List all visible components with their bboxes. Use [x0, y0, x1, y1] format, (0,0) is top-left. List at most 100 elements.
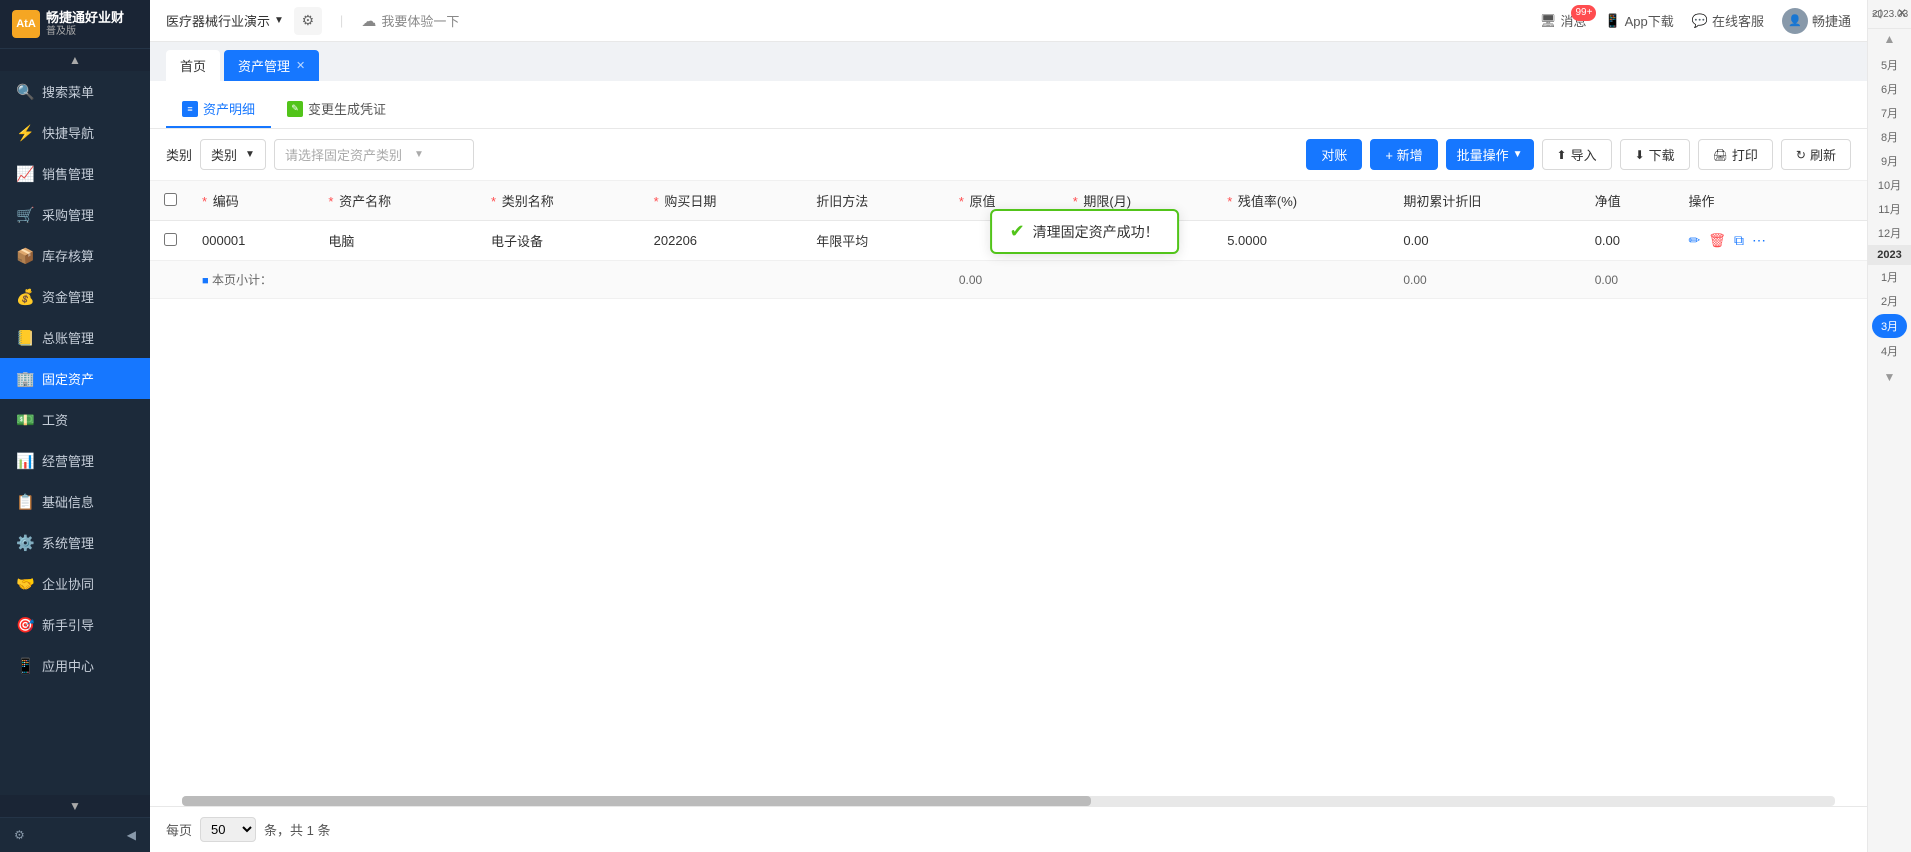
sidebar-item-system[interactable]: ⚙️ 系统管理: [0, 522, 150, 563]
table-wrapper: ✔ 清理固定资产成功！ * 编码 * 资产: [150, 181, 1867, 792]
sidebar-item-ledger[interactable]: 📒 总账管理: [0, 317, 150, 358]
tab-asset-mgmt[interactable]: 资产管理 ✕: [224, 50, 319, 81]
sidebar-item-fixed-assets[interactable]: 🏢 固定资产: [0, 358, 150, 399]
month-5[interactable]: 5月: [1868, 53, 1911, 77]
message-badge: 99+: [1571, 5, 1596, 21]
batch-label: 批量操作: [1457, 145, 1509, 164]
reconcile-button[interactable]: 对账: [1306, 139, 1362, 170]
download-button[interactable]: ⬇ 下载: [1620, 139, 1690, 170]
subtab-change-voucher[interactable]: ✎ 变更生成凭证: [271, 91, 402, 128]
refresh-label: 刷新: [1810, 145, 1836, 164]
toolbar-actions: 对账 + 新增 批量操作 ▼ ⬆ 导入 ⬇ 下载 🖨: [1306, 139, 1851, 170]
avatar: 👤: [1782, 8, 1808, 34]
month-10[interactable]: 10月: [1868, 173, 1911, 197]
more-icon[interactable]: ⋯: [1752, 232, 1766, 249]
sidebar-item-label: 工资: [42, 410, 68, 429]
select-all-checkbox[interactable]: [164, 193, 177, 206]
month-9[interactable]: 9月: [1868, 149, 1911, 173]
sidebar-collapse-btn[interactable]: ◀: [127, 828, 136, 842]
scroll-thumb[interactable]: [182, 796, 1091, 806]
export-label: 导入: [1571, 145, 1597, 164]
sidebar-item-enterprise[interactable]: 🤝 企业协同: [0, 563, 150, 604]
month-11[interactable]: 11月: [1868, 197, 1911, 221]
category-select[interactable]: 类别 ▼: [200, 139, 266, 170]
sidebar-item-app-center[interactable]: 📱 应用中心: [0, 645, 150, 686]
th-net-value: 净值: [1583, 181, 1677, 221]
td-subtotal-label: ■ 本页小计：: [190, 261, 947, 299]
sidebar-item-salary[interactable]: 💵 工资: [0, 399, 150, 440]
experience-btn[interactable]: ☁ 我要体验一下: [361, 11, 459, 30]
td-subtotal-initial: 0.00: [1391, 261, 1582, 299]
sidebar-item-sales[interactable]: 📈 销售管理: [0, 153, 150, 194]
delete-icon[interactable]: 🗑: [1708, 232, 1726, 249]
right-panel-nav-up[interactable]: ▲: [1868, 29, 1911, 49]
month-7[interactable]: 7月: [1868, 101, 1911, 125]
subtab-asset-detail[interactable]: ≡ 资产明细: [166, 91, 271, 128]
month-1[interactable]: 1月: [1868, 265, 1911, 289]
th-code: * 编码: [190, 181, 316, 221]
settings-icon[interactable]: ⚙: [14, 828, 25, 842]
export-button[interactable]: ⬆ 导入: [1542, 139, 1612, 170]
sidebar-item-label: 快捷导航: [42, 123, 94, 142]
online-service-label: 在线客服: [1712, 11, 1764, 30]
close-right-panel-icon[interactable]: ✕: [1897, 6, 1907, 20]
cloud-icon: ☁: [361, 12, 376, 30]
app-download-label: App下载: [1625, 11, 1674, 30]
check-icon: ✔: [1010, 221, 1025, 242]
topbar: 医疗器械行业演示 ▼ ⚙ | ☁ 我要体验一下 🖥 消息 99+ 📱 App下载…: [150, 0, 1867, 42]
right-panel-nav-down[interactable]: ▼: [1868, 367, 1911, 387]
right-panel-header: ◁ 2023.03 ✕: [1868, 0, 1911, 29]
print-button[interactable]: 🖨 打印: [1698, 139, 1773, 170]
copy-icon[interactable]: ⧉: [1734, 232, 1744, 249]
subtotal-row: ■ 本页小计： 0.00 0.00 0.00: [150, 261, 1867, 299]
month-4[interactable]: 4月: [1868, 339, 1911, 363]
category-input[interactable]: 请选择固定资产类别 ▼: [274, 139, 474, 170]
settings-button[interactable]: ⚙: [294, 7, 322, 35]
per-page-select[interactable]: 50 100: [200, 817, 256, 842]
sidebar-item-purchase[interactable]: 🛒 采购管理: [0, 194, 150, 235]
app-name: 畅捷通好业财: [46, 10, 124, 26]
row-checkbox[interactable]: [164, 233, 177, 246]
sidebar-item-operation[interactable]: 📊 经营管理: [0, 440, 150, 481]
company-selector[interactable]: 医疗器械行业演示 ▼: [166, 11, 284, 30]
app-center-icon: 📱: [16, 657, 34, 675]
expand-icon[interactable]: ◁: [1872, 6, 1881, 20]
month-3-active[interactable]: 3月: [1872, 314, 1907, 338]
edit-icon[interactable]: ✏: [1689, 232, 1701, 249]
horizontal-scrollbar[interactable]: [182, 796, 1835, 806]
sidebar-item-funds[interactable]: 💰 资金管理: [0, 276, 150, 317]
sidebar-scroll-down[interactable]: ▼: [69, 799, 81, 813]
main-area: 医疗器械行业演示 ▼ ⚙ | ☁ 我要体验一下 🖥 消息 99+ 📱 App下载…: [150, 0, 1867, 852]
message-btn[interactable]: 🖥 消息 99+: [1540, 11, 1587, 30]
inventory-icon: 📦: [16, 247, 34, 265]
sidebar-item-quick-nav[interactable]: ⚡ 快捷导航: [0, 112, 150, 153]
year-2023-label: 2023: [1868, 245, 1911, 265]
online-service-btn[interactable]: 💬 在线客服: [1692, 11, 1764, 30]
download-icon2: ⬇: [1635, 148, 1645, 162]
tab-home-label: 首页: [180, 56, 206, 75]
sidebar-item-basic-info[interactable]: 📋 基础信息: [0, 481, 150, 522]
td-subtotal-original: 0.00: [947, 261, 1061, 299]
batch-button[interactable]: 批量操作 ▼: [1446, 139, 1534, 170]
refresh-button[interactable]: ↻ 刷新: [1781, 139, 1851, 170]
subtotal-original: 0.00: [959, 273, 982, 287]
new-button[interactable]: + 新增: [1370, 139, 1437, 170]
sidebar-item-search[interactable]: 🔍 搜索菜单: [0, 71, 150, 112]
month-8[interactable]: 8月: [1868, 125, 1911, 149]
sidebar-scroll-up[interactable]: ▲: [69, 53, 81, 67]
tab-close-icon[interactable]: ✕: [296, 59, 305, 72]
row-action-group: ✏ 🗑 ⧉ ⋯: [1689, 232, 1856, 249]
th-checkbox: [150, 181, 190, 221]
sidebar-item-inventory[interactable]: 📦 库存核算: [0, 235, 150, 276]
sidebar-item-guide[interactable]: 🎯 新手引导: [0, 604, 150, 645]
salary-icon: 💵: [16, 411, 34, 429]
user-menu[interactable]: 👤 畅捷通: [1782, 8, 1851, 34]
app-download-btn[interactable]: 📱 App下载: [1604, 11, 1673, 30]
tab-home[interactable]: 首页: [166, 50, 220, 81]
change-voucher-icon: ✎: [287, 101, 303, 117]
scroll-track-area: [150, 792, 1867, 806]
month-6[interactable]: 6月: [1868, 77, 1911, 101]
sidebar-item-label: 基础信息: [42, 492, 94, 511]
month-2[interactable]: 2月: [1868, 289, 1911, 313]
month-12[interactable]: 12月: [1868, 221, 1911, 245]
